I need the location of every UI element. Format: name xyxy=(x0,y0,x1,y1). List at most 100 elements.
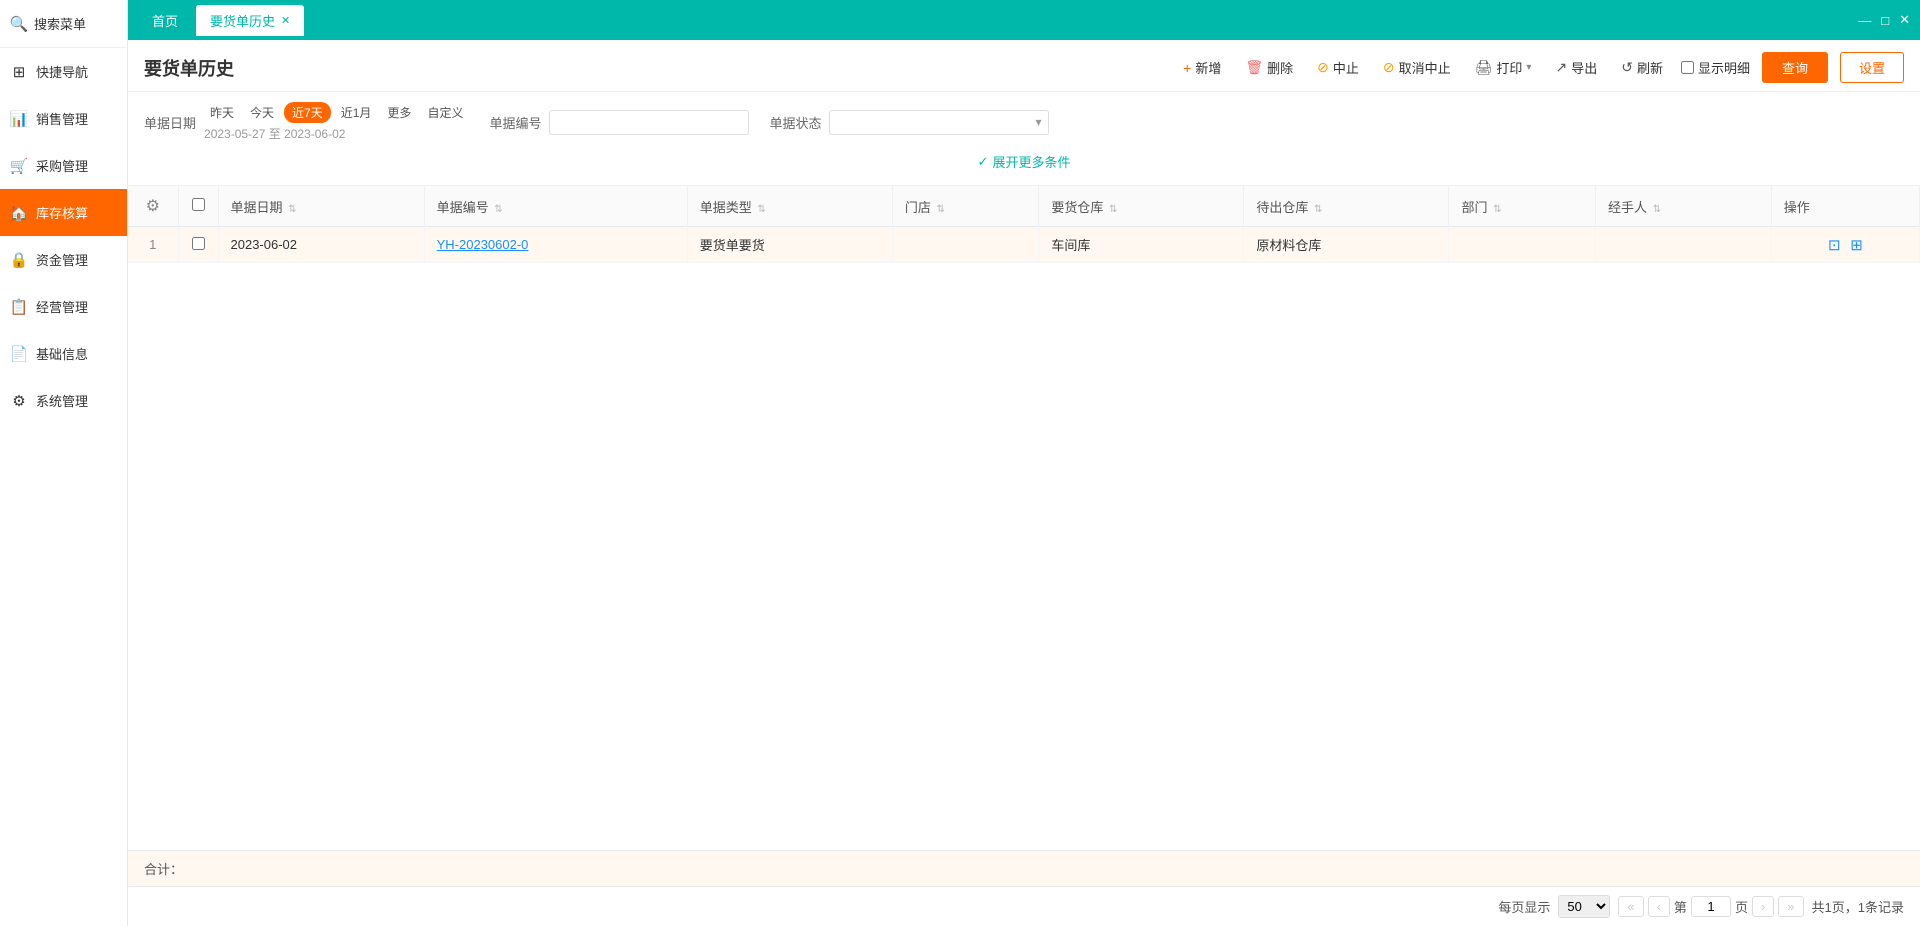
date-7days[interactable]: 近7天 xyxy=(284,102,331,123)
status-label: 单据状态 xyxy=(769,113,821,132)
bill-number-label: 单据编号 xyxy=(489,113,541,132)
col-pending-warehouse-sort[interactable]: ⇅ xyxy=(1314,204,1322,215)
sidebar-item-quick-nav[interactable]: ⊞快捷导航 xyxy=(0,48,127,95)
bill-number-input[interactable] xyxy=(549,110,749,135)
date-1month[interactable]: 近1月 xyxy=(335,102,378,123)
sidebar-search[interactable]: 🔍 搜索菜单 xyxy=(0,0,127,48)
delete-button[interactable]: 🗑 删除 xyxy=(1239,54,1299,81)
row-check-0 xyxy=(178,227,218,263)
search-icon: 🔍 xyxy=(10,15,28,33)
date-custom[interactable]: 自定义 xyxy=(421,102,469,123)
first-page-button[interactable]: « xyxy=(1618,896,1643,917)
sidebar-item-purchase[interactable]: 🛒 采购管理 xyxy=(0,142,127,189)
row-number-0: YH-20230602-0 xyxy=(424,227,687,263)
sidebar-item-label: 系统管理 xyxy=(36,391,88,410)
table-row: 1 2023-06-02 YH-20230602-0 要货单要货 车间库 原材料… xyxy=(128,227,1920,263)
per-page-label: 每页显示 xyxy=(1498,897,1550,916)
tab-home[interactable]: 首页 xyxy=(138,5,192,36)
col-date-sort[interactable]: ⇅ xyxy=(288,204,296,215)
export-icon: ↗ xyxy=(1555,59,1567,76)
page-header: 要货单历史 + 新增 🗑 删除 ⊘ 中止 ⊘ 取消中止 xyxy=(128,40,1920,92)
sum-label: 合计： xyxy=(144,862,183,877)
refresh-button[interactable]: ↺ 刷新 xyxy=(1615,54,1669,81)
quick-nav-icon: ⊞ xyxy=(10,63,28,81)
tab-requisition-history[interactable]: 要货单历史 ✕ xyxy=(196,5,304,36)
page-label-before: 第 xyxy=(1674,897,1687,916)
current-page-input[interactable] xyxy=(1691,896,1731,917)
row-handler-0 xyxy=(1595,227,1771,263)
col-store-sort[interactable]: ⇅ xyxy=(936,204,944,215)
sales-icon: 📊 xyxy=(10,110,28,128)
date-yesterday[interactable]: 昨天 xyxy=(204,102,240,123)
prev-page-button[interactable]: ‹ xyxy=(1648,896,1670,917)
page-nav: « ‹ 第 页 › » xyxy=(1618,896,1803,917)
display-detail-toggle[interactable]: 显示明细 xyxy=(1681,58,1750,77)
select-all-checkbox[interactable] xyxy=(192,198,205,211)
row-number-link-0[interactable]: YH-20230602-0 xyxy=(437,237,529,252)
display-detail-label: 显示明细 xyxy=(1698,58,1750,77)
col-dept-sort[interactable]: ⇅ xyxy=(1493,204,1501,215)
add-icon: + xyxy=(1183,60,1191,76)
sidebar-item-finance[interactable]: 🔒资金管理 xyxy=(0,236,127,283)
row-pending-warehouse-0: 原材料仓库 xyxy=(1244,227,1449,263)
expand-more-button[interactable]: ✓ 展开更多条件 xyxy=(144,148,1904,175)
page-label: 页 xyxy=(1735,897,1748,916)
sidebar-search-label: 搜索菜单 xyxy=(34,14,86,33)
sidebar-item-label: 采购管理 xyxy=(36,156,88,175)
print-dropdown-icon: ▾ xyxy=(1526,62,1531,73)
window-close-icon[interactable]: ✕ xyxy=(1899,12,1910,28)
purchase-icon: 🛒 xyxy=(10,157,28,175)
window-minimize-icon[interactable]: — xyxy=(1858,13,1871,28)
status-filter-group: 单据状态 xyxy=(769,110,1049,135)
setting-button[interactable]: 设置 xyxy=(1840,52,1904,83)
cancel-stop-icon: ⊘ xyxy=(1383,59,1395,76)
col-date-label: 单据日期 xyxy=(231,200,283,215)
col-pending-warehouse-label: 待出仓库 xyxy=(1256,200,1308,215)
row-more-icon-0[interactable]: ⊞ xyxy=(1850,237,1863,254)
cancel-stop-button[interactable]: ⊘ 取消中止 xyxy=(1377,54,1457,81)
sidebar-item-ops[interactable]: 📋经营管理 xyxy=(0,283,127,330)
query-button[interactable]: 查询 xyxy=(1762,52,1828,83)
sidebar-item-sales[interactable]: 📊销售管理 xyxy=(0,95,127,142)
print-button[interactable]: 🖨 打印 ▾ xyxy=(1469,54,1538,81)
row-checkbox-0[interactable] xyxy=(192,237,205,250)
footer-sum: 合计： xyxy=(128,850,1920,886)
table-area: ⚙ 单据日期 ⇅ 单据编号 ⇅ xyxy=(128,186,1920,850)
pagination-bar: 每页显示 10 20 50 100 « ‹ 第 页 › » 共1页，1条记录 xyxy=(128,886,1920,926)
date-more[interactable]: 更多 xyxy=(381,102,417,123)
sidebar-item-system[interactable]: ⚙系统管理 xyxy=(0,377,127,424)
add-button[interactable]: + 新增 xyxy=(1177,54,1227,81)
column-settings-icon[interactable]: ⚙ xyxy=(146,198,160,215)
tab-close-icon[interactable]: ✕ xyxy=(281,14,290,27)
col-ops-header: 操作 xyxy=(1771,186,1919,227)
ops-icon: 📋 xyxy=(10,298,28,316)
col-store-label: 门店 xyxy=(905,200,931,215)
sidebar-item-base[interactable]: 📄基础信息 xyxy=(0,330,127,377)
base-icon: 📄 xyxy=(10,345,28,363)
row-date-0: 2023-06-02 xyxy=(218,227,424,263)
page: 要货单历史 + 新增 🗑 删除 ⊘ 中止 ⊘ 取消中止 xyxy=(128,40,1920,926)
delete-icon: 🗑 xyxy=(1245,59,1263,76)
col-req-warehouse-sort[interactable]: ⇅ xyxy=(1109,204,1117,215)
date-today[interactable]: 今天 xyxy=(244,102,280,123)
status-select[interactable] xyxy=(829,110,1049,135)
window-maximize-icon[interactable]: □ xyxy=(1881,13,1889,28)
sidebar-item-inventory[interactable]: 🏠库存核算 xyxy=(0,189,127,236)
col-type-sort[interactable]: ⇅ xyxy=(757,204,765,215)
display-detail-checkbox[interactable] xyxy=(1681,61,1694,74)
next-page-button[interactable]: › xyxy=(1752,896,1774,917)
date-shortcut-buttons: 昨天 今天 近7天 近1月 更多 自定义 xyxy=(204,102,469,123)
refresh-icon: ↺ xyxy=(1621,59,1633,76)
col-req-warehouse-label: 要货仓库 xyxy=(1051,200,1103,215)
stop-button[interactable]: ⊘ 中止 xyxy=(1311,54,1365,81)
export-label: 导出 xyxy=(1571,58,1597,77)
col-number-sort[interactable]: ⇅ xyxy=(494,204,502,215)
last-page-button[interactable]: » xyxy=(1778,896,1803,917)
sidebar-item-label: 库存核算 xyxy=(36,203,88,222)
row-view-icon-0[interactable]: ⊡ xyxy=(1828,237,1841,254)
col-type-label: 单据类型 xyxy=(700,200,752,215)
export-button[interactable]: ↗ 导出 xyxy=(1549,54,1603,81)
topbar: 首页 要货单历史 ✕ — □ ✕ xyxy=(128,0,1920,40)
col-handler-sort[interactable]: ⇅ xyxy=(1653,204,1661,215)
per-page-select[interactable]: 10 20 50 100 xyxy=(1558,895,1610,918)
